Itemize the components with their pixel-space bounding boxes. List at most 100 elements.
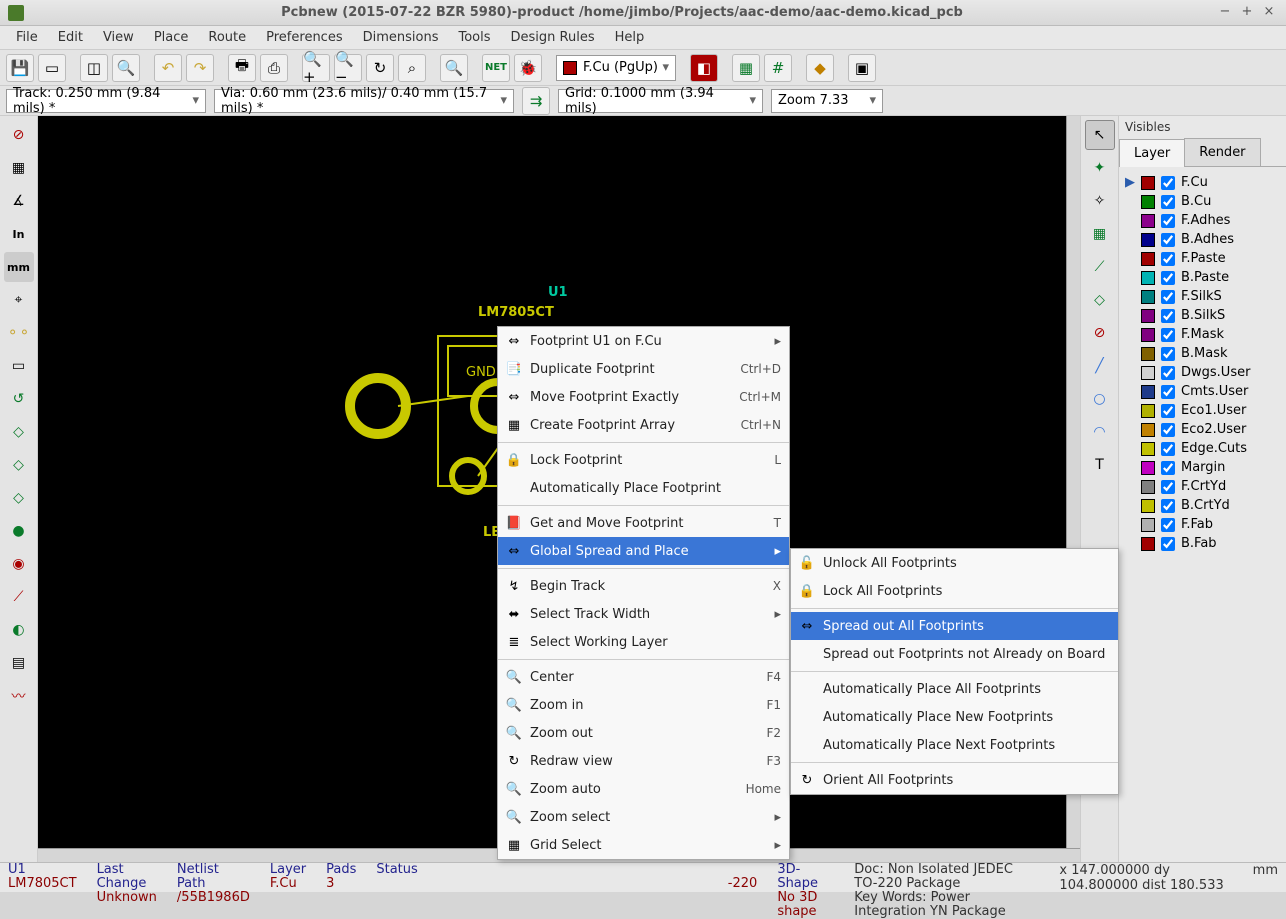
menu-file[interactable]: File: [6, 27, 48, 48]
zoom-in-icon[interactable]: 🔍+: [302, 54, 330, 82]
menu-item-duplicate-footprint[interactable]: 📑Duplicate FootprintCtrl+D: [498, 355, 789, 383]
layer-visible-checkbox[interactable]: [1161, 309, 1175, 323]
via-size-select[interactable]: Via: 0.60 mm (23.6 mils)/ 0.40 mm (15.7 …: [214, 89, 514, 113]
add-footprint-icon[interactable]: ▦: [1085, 219, 1115, 249]
microwave-toolbar-icon[interactable]: 〰: [4, 681, 34, 711]
layer-color-swatch[interactable]: [1141, 461, 1155, 475]
drc-off-icon[interactable]: ⊘: [4, 120, 34, 150]
menu-route[interactable]: Route: [198, 27, 256, 48]
layer-row-f-mask[interactable]: ▶F.Mask: [1123, 325, 1282, 344]
layer-color-swatch[interactable]: [1141, 499, 1155, 513]
menu-item-zoom-in[interactable]: 🔍Zoom inF1: [498, 691, 789, 719]
layer-color-swatch[interactable]: [1141, 252, 1155, 266]
layer-row-b-fab[interactable]: ▶B.Fab: [1123, 534, 1282, 553]
scripting-icon[interactable]: ▣: [848, 54, 876, 82]
menu-item-move-footprint-exactly[interactable]: ⇔Move Footprint ExactlyCtrl+M: [498, 383, 789, 411]
tab-layer[interactable]: Layer: [1119, 139, 1185, 167]
layer-visible-checkbox[interactable]: [1161, 499, 1175, 513]
module-viewer-icon[interactable]: 🔍: [112, 54, 140, 82]
menu-item-zoom-out[interactable]: 🔍Zoom outF2: [498, 719, 789, 747]
menu-item-select-working-layer[interactable]: ≣Select Working Layer: [498, 628, 789, 656]
menu-item-global-spread-and-place[interactable]: ⇔Global Spread and Place▸: [498, 537, 789, 565]
layer-color-swatch[interactable]: [1141, 195, 1155, 209]
menu-item-lock-all-footprints[interactable]: 🔒Lock All Footprints: [791, 577, 1118, 605]
layer-row-f-crtyd[interactable]: ▶F.CrtYd: [1123, 477, 1282, 496]
layer-row-margin[interactable]: ▶Margin: [1123, 458, 1282, 477]
layer-visible-checkbox[interactable]: [1161, 176, 1175, 190]
track-width-select[interactable]: Track: 0.250 mm (9.84 mils) * ▾: [6, 89, 206, 113]
show-zones-none-icon[interactable]: ◇: [4, 483, 34, 513]
layer-visible-checkbox[interactable]: [1161, 537, 1175, 551]
layer-color-swatch[interactable]: [1141, 290, 1155, 304]
add-text-icon[interactable]: T: [1085, 450, 1115, 480]
show-zones-outline-icon[interactable]: ◇: [4, 450, 34, 480]
layer-visible-checkbox[interactable]: [1161, 290, 1175, 304]
maximize-button[interactable]: +: [1238, 5, 1256, 21]
menu-item-lock-footprint[interactable]: 🔒Lock FootprintL: [498, 446, 789, 474]
menu-item-get-and-move-footprint[interactable]: 📕Get and Move FootprintT: [498, 509, 789, 537]
tab-render[interactable]: Render: [1184, 138, 1260, 166]
layer-row-eco1-user[interactable]: ▶Eco1.User: [1123, 401, 1282, 420]
show-zones-icon[interactable]: ◇: [4, 417, 34, 447]
redo-icon[interactable]: ↷: [186, 54, 214, 82]
units-mm-icon[interactable]: mm: [4, 252, 34, 282]
layer-color-swatch[interactable]: [1141, 233, 1155, 247]
freeroute-icon[interactable]: ◆: [806, 54, 834, 82]
menu-item-zoom-select[interactable]: 🔍Zoom select▸: [498, 803, 789, 831]
menu-item-automatically-place-next-footprints[interactable]: Automatically Place Next Footprints: [791, 731, 1118, 759]
layer-color-swatch[interactable]: [1141, 328, 1155, 342]
polar-coords-icon[interactable]: ∡: [4, 186, 34, 216]
layer-color-swatch[interactable]: [1141, 366, 1155, 380]
layer-row-f-cu[interactable]: ▶F.Cu: [1123, 173, 1282, 192]
menu-view[interactable]: View: [93, 27, 144, 48]
plot-icon[interactable]: ⎙: [260, 54, 288, 82]
redraw-icon[interactable]: ↻: [366, 54, 394, 82]
menu-item-create-footprint-array[interactable]: ▦Create Footprint ArrayCtrl+N: [498, 411, 789, 439]
pad-fill-icon[interactable]: ●: [4, 516, 34, 546]
menu-item-automatically-place-footprint[interactable]: Automatically Place Footprint: [498, 474, 789, 502]
contrast-mode-icon[interactable]: ◐: [4, 615, 34, 645]
layer-visible-checkbox[interactable]: [1161, 195, 1175, 209]
layer-color-swatch[interactable]: [1141, 537, 1155, 551]
layer-row-dwgs-user[interactable]: ▶Dwgs.User: [1123, 363, 1282, 382]
layers-manager-icon[interactable]: ▤: [4, 648, 34, 678]
layer-color-swatch[interactable]: [1141, 176, 1155, 190]
layer-visible-checkbox[interactable]: [1161, 442, 1175, 456]
menu-item-automatically-place-new-footprints[interactable]: Automatically Place New Footprints: [791, 703, 1118, 731]
page-settings-icon[interactable]: ▭: [38, 54, 66, 82]
layer-color-swatch[interactable]: [1141, 271, 1155, 285]
layer-visible-checkbox[interactable]: [1161, 423, 1175, 437]
layer-row-edge-cuts[interactable]: ▶Edge.Cuts: [1123, 439, 1282, 458]
layer-row-b-paste[interactable]: ▶B.Paste: [1123, 268, 1282, 287]
layer-color-swatch[interactable]: [1141, 347, 1155, 361]
auto-delete-track-icon[interactable]: ↺: [4, 384, 34, 414]
layer-row-f-adhes[interactable]: ▶F.Adhes: [1123, 211, 1282, 230]
layer-visible-checkbox[interactable]: [1161, 480, 1175, 494]
menu-item-begin-track[interactable]: ↯Begin TrackX: [498, 572, 789, 600]
module-editor-icon[interactable]: ◫: [80, 54, 108, 82]
module-ratsnest-icon[interactable]: ▭: [4, 351, 34, 381]
menu-item-center[interactable]: 🔍CenterF4: [498, 663, 789, 691]
layer-visible-checkbox[interactable]: [1161, 328, 1175, 342]
layer-color-swatch[interactable]: [1141, 423, 1155, 437]
print-icon[interactable]: 🖶: [228, 54, 256, 82]
menu-dimensions[interactable]: Dimensions: [353, 27, 449, 48]
menu-tools[interactable]: Tools: [448, 27, 500, 48]
layer-color-swatch[interactable]: [1141, 480, 1155, 494]
units-inch-icon[interactable]: In: [4, 219, 34, 249]
cursor-shape-icon[interactable]: ⌖: [4, 285, 34, 315]
drc-icon[interactable]: 🐞: [514, 54, 542, 82]
layer-visible-checkbox[interactable]: [1161, 214, 1175, 228]
find-icon[interactable]: 🔍: [440, 54, 468, 82]
cursor-tool-icon[interactable]: ↖: [1085, 120, 1115, 150]
mode-track-icon[interactable]: #: [764, 54, 792, 82]
layer-row-cmts-user[interactable]: ▶Cmts.User: [1123, 382, 1282, 401]
menu-item-orient-all-footprints[interactable]: ↻Orient All Footprints: [791, 766, 1118, 794]
netlist-icon[interactable]: NET: [482, 54, 510, 82]
add-zone-icon[interactable]: ◇: [1085, 285, 1115, 315]
layer-row-f-fab[interactable]: ▶F.Fab: [1123, 515, 1282, 534]
add-keepout-icon[interactable]: ⊘: [1085, 318, 1115, 348]
layer-visible-checkbox[interactable]: [1161, 404, 1175, 418]
layer-visible-checkbox[interactable]: [1161, 385, 1175, 399]
add-circle-icon[interactable]: ○: [1085, 384, 1115, 414]
